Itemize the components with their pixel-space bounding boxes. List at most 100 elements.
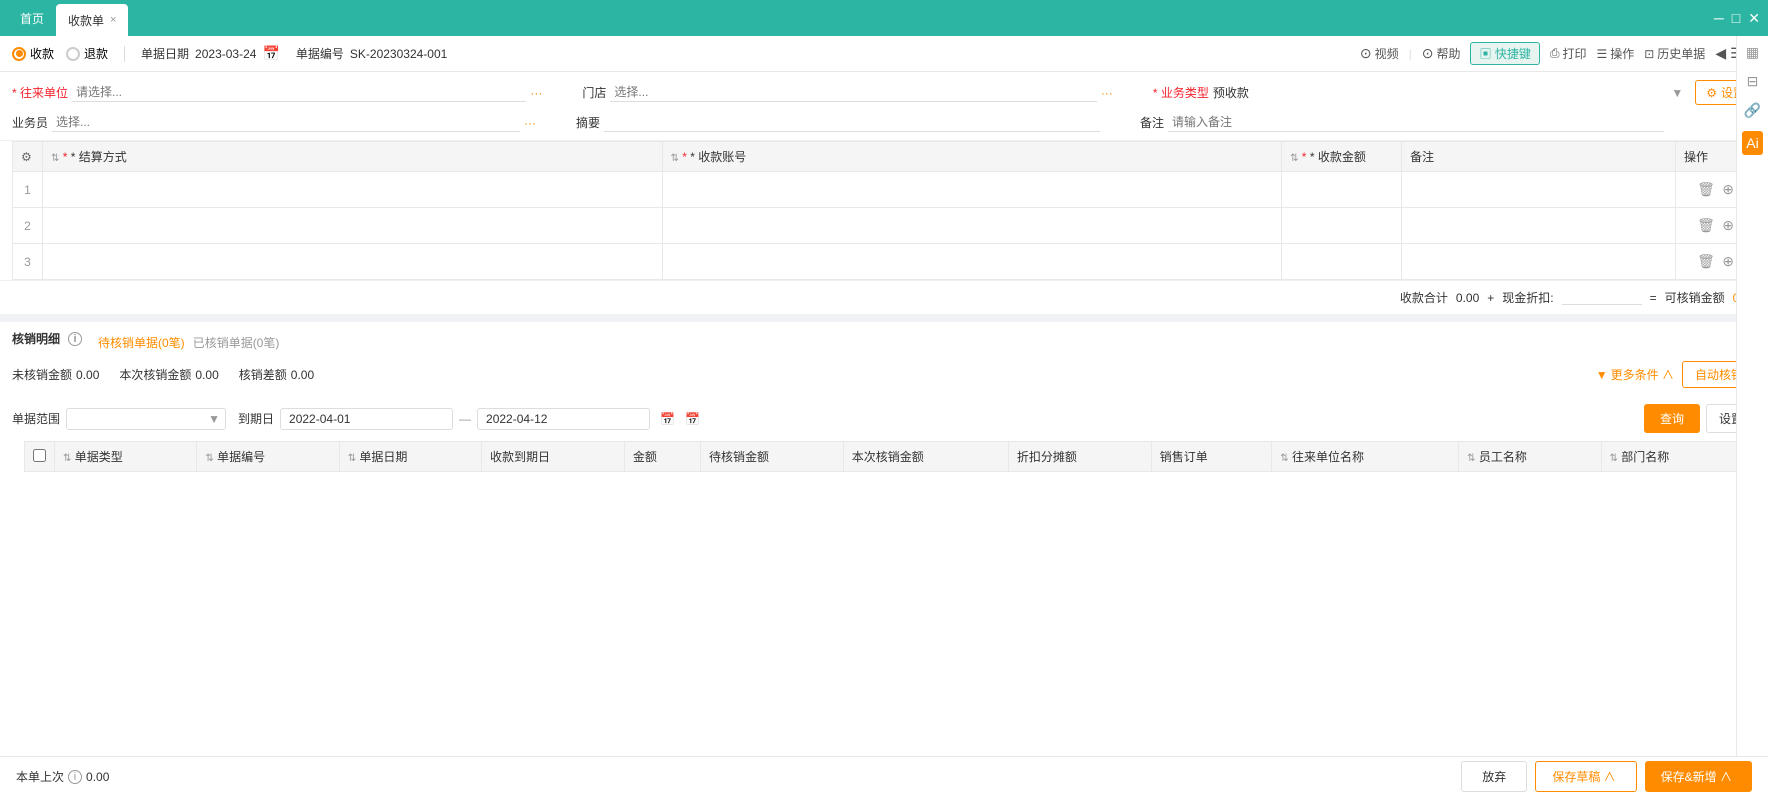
shortcut-btn[interactable]: ▣ 快捷键 (1470, 42, 1539, 65)
uncanceled-amount: 未核销金额 0.00 (12, 366, 99, 383)
date-sep: — (459, 412, 471, 426)
bottom-info-label: 本单上次 (16, 768, 64, 785)
sidebar-icon-4[interactable]: Ai (1742, 131, 1762, 155)
calendar-icon[interactable]: 📅 (262, 45, 279, 62)
remark-field: 摘要 (576, 113, 1100, 132)
select-all-checkbox[interactable] (33, 449, 46, 462)
row-3-amount[interactable] (1282, 244, 1402, 280)
sidebar-icon-1[interactable]: ▦ (1746, 44, 1759, 61)
radio-dot-receipt (12, 47, 26, 61)
row-2-method[interactable] (43, 208, 663, 244)
row-1-delete-icon[interactable]: 🗑 (1697, 181, 1715, 197)
video-icon: ⊙ (1360, 45, 1372, 62)
settings-gear-icon: ⚙ (1706, 86, 1717, 100)
row-2-copy-icon[interactable]: ⊕ (1722, 217, 1734, 233)
row-1-copy-icon[interactable]: ⊕ (1722, 181, 1734, 197)
row-1-amount[interactable] (1282, 172, 1402, 208)
sidebar-icon-2[interactable]: ⊟ (1747, 73, 1759, 90)
table-section: ⚙ ⇅ * * 结算方式 ⇅ * * 收款账号 ⇅ * (0, 141, 1768, 280)
calendar-from-icon[interactable]: 📅 (660, 412, 675, 426)
col-amount-label: * 收款金额 (1310, 150, 1366, 164)
discount-input[interactable] (1562, 290, 1642, 305)
row-2-amount[interactable] (1282, 208, 1402, 244)
tab-done[interactable]: 已核销单据(0笔) (193, 334, 280, 351)
col-method-label: * 结算方式 (71, 150, 127, 164)
col-settings-header: ⚙ (13, 142, 43, 172)
receipt-tab-label: 收款单 (68, 12, 104, 29)
hexiao-tabs: 待核销单据(0笔) 已核销单据(0笔) (98, 334, 279, 351)
biztype-field: * 业务类型 预收款 ▼ (1153, 84, 1683, 101)
row-2-note[interactable] (1402, 208, 1676, 244)
radio-receipt[interactable]: 收款 (12, 45, 54, 62)
available-label: 可核销金额 (1665, 289, 1725, 306)
counterparty-more[interactable]: ··· (530, 86, 542, 100)
hexiao-info-icon[interactable]: i (68, 332, 82, 346)
row-3-method[interactable] (43, 244, 663, 280)
nav-prev[interactable]: ◀ (1715, 45, 1726, 62)
uncanceled-label: 未核销金额 (12, 366, 72, 383)
nav-tab-home[interactable]: 首页 (8, 0, 56, 36)
save-draft-label: 保存草稿 ∧ (1552, 768, 1615, 785)
to-date-input[interactable] (477, 408, 650, 430)
row-3-copy-icon[interactable]: ⊕ (1722, 253, 1734, 269)
range-label: 单据范围 (12, 410, 60, 427)
bottom-info-value: 0.00 (86, 770, 109, 784)
query-btn[interactable]: 查询 (1644, 404, 1700, 433)
save-new-btn[interactable]: 保存&新增 ∧ (1645, 761, 1752, 792)
remark-input[interactable] (604, 113, 1100, 132)
help-label: 帮助 (1436, 45, 1460, 62)
row-2-account[interactable] (662, 208, 1282, 244)
print-action[interactable]: ⎙ 打印 (1550, 45, 1587, 62)
row-2-delete-icon[interactable]: 🗑 (1697, 217, 1715, 233)
tab-pending[interactable]: 待核销单据(0笔) (98, 334, 185, 351)
note-input[interactable] (1168, 113, 1664, 132)
row-3-account[interactable] (662, 244, 1282, 280)
save-draft-btn[interactable]: 保存草稿 ∧ (1535, 761, 1636, 792)
hexiao-title-text: 核销明细 (12, 330, 60, 347)
row-1-note[interactable] (1402, 172, 1676, 208)
col-note-label: 备注 (1410, 150, 1434, 164)
col-amount-header: ⇅ * * 收款金额 (1282, 142, 1402, 172)
window-maximize[interactable]: □ (1732, 10, 1740, 26)
more-filter-btn[interactable]: ▼ 更多条件 ∧ (1596, 366, 1674, 383)
counterparty-input[interactable] (72, 83, 526, 102)
help-action[interactable]: ⊙ 帮助 (1422, 45, 1461, 62)
row-3-note[interactable] (1402, 244, 1676, 280)
staff-more[interactable]: ··· (524, 116, 536, 130)
operate-icon: ☰ (1596, 47, 1607, 61)
history-action[interactable]: ⊡ 历史单据 (1644, 45, 1705, 62)
shop-more[interactable]: ··· (1101, 86, 1113, 100)
window-minimize[interactable]: ─ (1714, 10, 1724, 26)
biztype-select[interactable]: 预收款 ▼ (1213, 84, 1683, 101)
radio-refund[interactable]: 退款 (66, 45, 108, 62)
bottom-actions: 放弃 保存草稿 ∧ 保存&新增 ∧ (1461, 761, 1752, 792)
total-value: 0.00 (1456, 291, 1479, 305)
sidebar-icon-3[interactable]: 🔗 (1744, 102, 1761, 119)
row-3-delete-icon[interactable]: 🗑 (1697, 253, 1715, 269)
row-1-account[interactable] (662, 172, 1282, 208)
calendar-to-icon[interactable]: 📅 (685, 412, 700, 426)
main-content: 收款 退款 单据日期 2023-03-24 📅 单据编号 SK-20230324… (0, 36, 1768, 796)
staff-input[interactable] (52, 113, 520, 132)
video-action[interactable]: ⊙ 视频 (1360, 45, 1399, 62)
abandon-btn[interactable]: 放弃 (1461, 761, 1527, 792)
bottom-info-icon[interactable]: i (68, 770, 82, 784)
row-1-num: 1 (13, 172, 43, 208)
receipt-tab-close[interactable]: × (110, 14, 116, 26)
uncanceled-value: 0.00 (76, 368, 99, 382)
summary-row: 收款合计 0.00 + 现金折扣: = 可核销金额 0.00 (0, 280, 1768, 314)
window-close[interactable]: ✕ (1748, 10, 1760, 27)
nav-tab-receipt[interactable]: 收款单 × (56, 4, 128, 36)
biztype-arrow: ▼ (1671, 86, 1683, 100)
row-1-method[interactable] (43, 172, 663, 208)
from-date-input[interactable] (280, 408, 453, 430)
operate-action[interactable]: ☰ 操作 (1596, 45, 1634, 62)
range-select[interactable] (66, 408, 226, 430)
this-cancel-label: 本次核销金额 (119, 366, 191, 383)
history-icon: ⊡ (1644, 47, 1654, 61)
num-field-group: 单据编号 SK-20230324-001 (296, 45, 447, 62)
table-settings-icon[interactable]: ⚙ (21, 150, 32, 164)
note-field: 备注 (1140, 113, 1664, 132)
shop-input[interactable] (610, 83, 1096, 102)
staff-field: 业务员 ··· (12, 113, 536, 132)
